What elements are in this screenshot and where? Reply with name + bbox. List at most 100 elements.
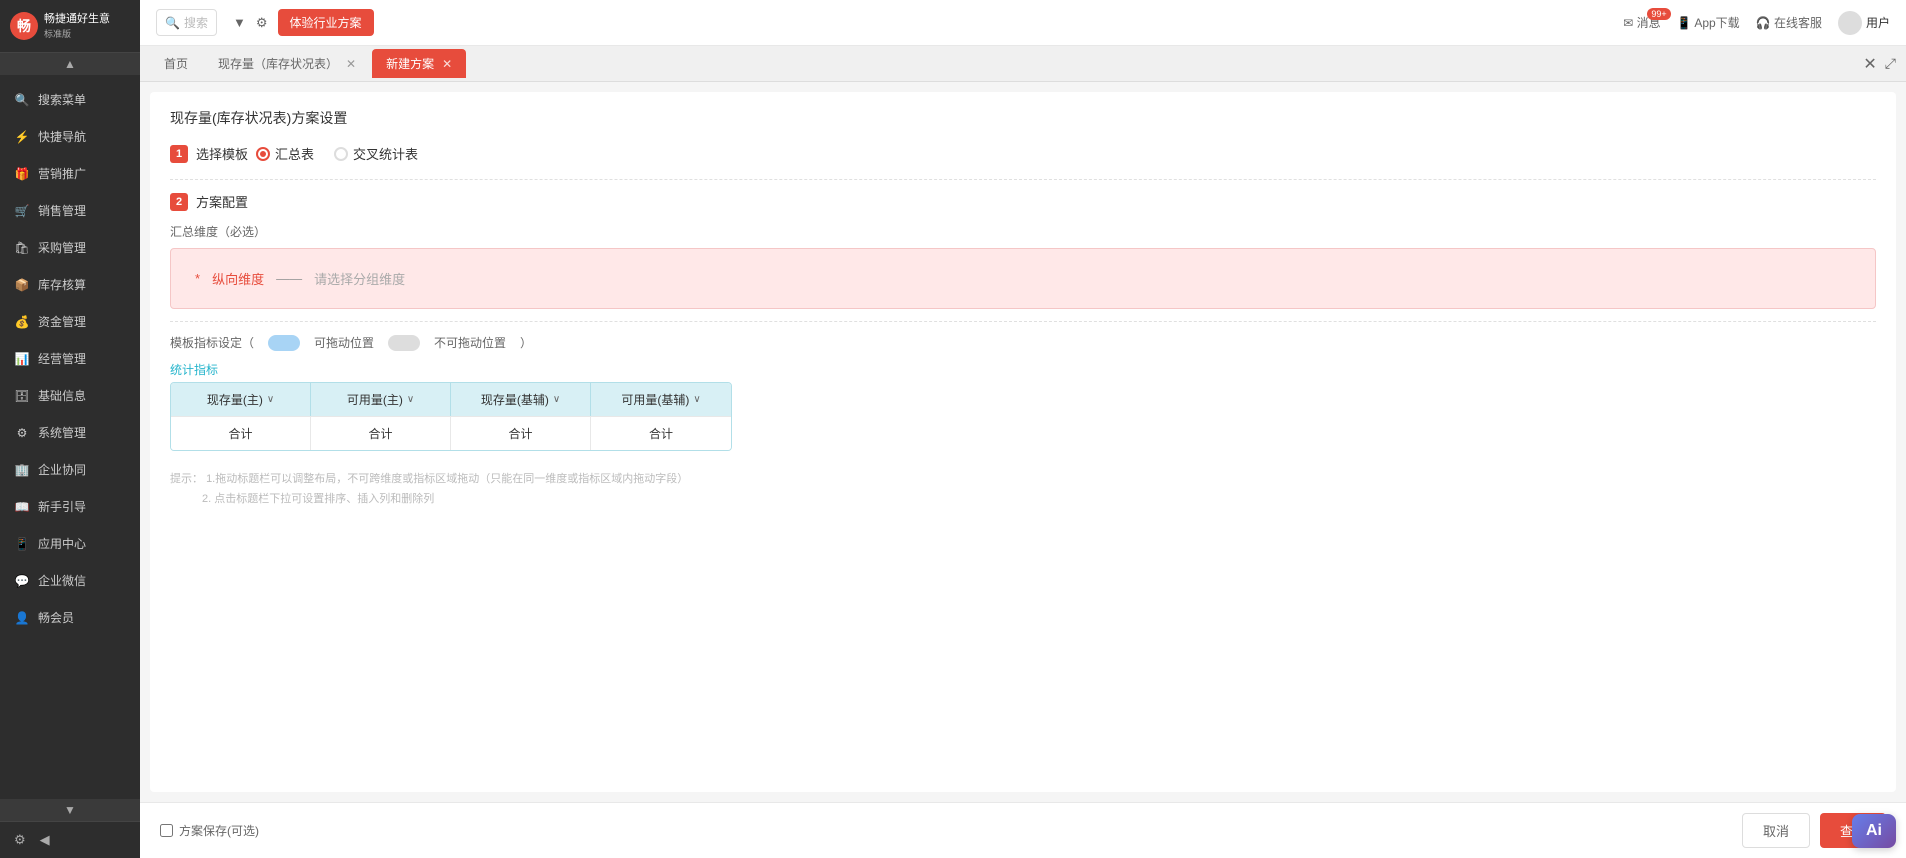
sidebar-item-basic[interactable]: 🗄 基础信息 <box>0 377 140 414</box>
radio-summary-circle <box>256 147 270 161</box>
sidebar-logo: 畅 畅捷通好生意 标准版 <box>0 0 140 53</box>
table-header-row: 现存量(主) ∨ 可用量(主) ∨ 现存量(基辅) ∨ <box>171 383 731 416</box>
sidebar-item-shortcut[interactable]: ⚡ 快捷导航 <box>0 118 140 155</box>
sidebar-item-label: 资金管理 <box>38 313 86 330</box>
footer-left: 方案保存(可选) <box>160 822 259 839</box>
sidebar: 畅 畅捷通好生意 标准版 ▲ 🔍 搜索菜单 ⚡ 快捷导航 🎁 营销推广 🛒 销售… <box>0 0 140 858</box>
indicator-close: ） <box>520 334 532 351</box>
sidebar-item-label: 基础信息 <box>38 387 86 404</box>
app-edition: 标准版 <box>44 27 110 40</box>
tab-inventory-status[interactable]: 现存量（库存状况表） ✕ <box>204 49 370 78</box>
indicator-settings: 模板指标设定（ 可拖动位置 不可拖动位置 ） 统计指标 现 <box>170 334 1876 454</box>
content-area: 现存量(库存状况表)方案设置 1 选择模板 汇总表 <box>140 82 1906 858</box>
user-avatar[interactable]: 用户 <box>1838 11 1890 35</box>
cancel-button[interactable]: 取消 <box>1742 813 1810 848</box>
ai-button[interactable]: Ai <box>1852 814 1896 848</box>
sidebar-item-label: 库存核算 <box>38 276 86 293</box>
dimension-placeholder[interactable]: 请选择分组维度 <box>314 269 405 288</box>
industry-btn[interactable]: 体验行业方案 <box>278 9 374 36</box>
finance-icon: 💰 <box>14 314 30 330</box>
sidebar-item-label: 应用中心 <box>38 535 86 552</box>
topbar-search[interactable]: 🔍 搜索 <box>156 9 217 36</box>
section-template: 1 选择模板 汇总表 交叉统计表 <box>170 144 1876 163</box>
sidebar-item-marketing[interactable]: 🎁 营销推广 <box>0 155 140 192</box>
basic-icon: 🗄 <box>14 388 30 404</box>
header-cell-2[interactable]: 现存量(基辅) ∨ <box>451 383 591 416</box>
dimension-section: 汇总维度（必选） * 纵向维度 —— 请选择分组维度 <box>170 223 1876 309</box>
chevron-0[interactable]: ∨ <box>267 394 274 405</box>
header-label-0: 现存量(主) <box>207 391 263 408</box>
header-cell-1[interactable]: 可用量(主) ∨ <box>311 383 451 416</box>
tab-inventory-close[interactable]: ✕ <box>346 57 356 71</box>
data-cell-0-1: 合计 <box>311 416 451 450</box>
headset-icon: 🎧 <box>1756 16 1771 30</box>
settings-icon[interactable]: ⚙ <box>14 832 26 848</box>
collapse-icon[interactable]: ◀ <box>40 832 50 848</box>
message-badge[interactable]: ✉ 消息 99+ <box>1623 14 1660 31</box>
dimension-vertical-label: 纵向维度 <box>212 269 264 288</box>
sidebar-item-finance[interactable]: 💰 资金管理 <box>0 303 140 340</box>
sales-icon: 🛒 <box>14 203 30 219</box>
dimension-box: * 纵向维度 —— 请选择分组维度 <box>170 248 1876 309</box>
topbar-right: ✉ 消息 99+ 📱 App下载 🎧 在线客服 用户 <box>1623 11 1890 35</box>
dropdown-arrow-icon[interactable]: ▼ <box>233 15 246 30</box>
window-expand-icon[interactable]: ⤢ <box>1885 55 1896 72</box>
sidebar-item-sales[interactable]: 🛒 销售管理 <box>0 192 140 229</box>
sidebar-item-label: 采购管理 <box>38 239 86 256</box>
sidebar-item-wechat[interactable]: 💬 企业微信 <box>0 562 140 599</box>
header-cell-3[interactable]: 可用量(基辅) ∨ <box>591 383 731 416</box>
guide-icon: 📖 <box>14 499 30 515</box>
tips-title: 提示： <box>170 473 203 485</box>
radio-group-template: 汇总表 交叉统计表 <box>256 144 418 163</box>
sidebar-item-label: 企业协同 <box>38 461 86 478</box>
app-download[interactable]: 📱 App下载 <box>1677 14 1740 31</box>
sidebar-item-apps[interactable]: 📱 应用中心 <box>0 525 140 562</box>
sidebar-item-management[interactable]: 📊 经营管理 <box>0 340 140 377</box>
radio-summary[interactable]: 汇总表 <box>256 144 314 163</box>
undraggable-badge <box>388 335 420 351</box>
sidebar-scroll-down[interactable]: ▼ <box>0 799 140 821</box>
radio-cross[interactable]: 交叉统计表 <box>334 144 418 163</box>
sidebar-item-guide[interactable]: 📖 新手引导 <box>0 488 140 525</box>
window-close-icon[interactable]: ✕ <box>1863 54 1876 74</box>
phone-icon: 📱 <box>1677 16 1692 30</box>
data-cell-0-2: 合计 <box>451 416 591 450</box>
message-icon: ✉ <box>1623 16 1633 30</box>
sidebar-bottom: ⚙ ◀ <box>0 821 140 858</box>
tab-new-close[interactable]: ✕ <box>442 57 452 71</box>
section-config: 2 方案配置 汇总维度（必选） * 纵向维度 —— 请选择分组维度 <box>170 192 1876 510</box>
chevron-1[interactable]: ∨ <box>407 394 414 405</box>
divider1 <box>170 179 1876 180</box>
header-cell-0[interactable]: 现存量(主) ∨ <box>171 383 311 416</box>
tab-home[interactable]: 首页 <box>150 49 202 78</box>
section1-title: 选择模板 <box>196 144 248 163</box>
sidebar-item-member[interactable]: 👤 畅会员 <box>0 599 140 636</box>
save-scheme-checkbox[interactable] <box>160 824 173 837</box>
tab-new-scheme[interactable]: 新建方案 ✕ <box>372 49 466 78</box>
sidebar-item-purchase[interactable]: 🛍 采购管理 <box>0 229 140 266</box>
sidebar-scroll-up[interactable]: ▲ <box>0 53 140 75</box>
radio-cross-circle <box>334 147 348 161</box>
content-inner: 现存量(库存状况表)方案设置 1 选择模板 汇总表 <box>150 92 1896 792</box>
customer-service[interactable]: 🎧 在线客服 <box>1756 14 1822 31</box>
tabbar: 首页 现存量（库存状况表） ✕ 新建方案 ✕ ✕ ⤢ <box>140 46 1906 82</box>
tab-new-label: 新建方案 <box>386 55 434 72</box>
member-icon: 👤 <box>14 610 30 626</box>
chevron-2[interactable]: ∨ <box>553 394 560 405</box>
sidebar-item-inventory[interactable]: 📦 库存核算 <box>0 266 140 303</box>
shortcut-icon: ⚡ <box>14 129 30 145</box>
undraggable-label: 不可拖动位置 <box>434 334 506 351</box>
sidebar-item-company[interactable]: 🏢 企业协同 <box>0 451 140 488</box>
sidebar-item-label: 系统管理 <box>38 424 86 441</box>
tips-section: 提示： 1.拖动标题栏可以调整布局，不可跨维度或指标区域拖动（只能在同一维度或指… <box>170 470 1876 510</box>
sidebar-nav: 🔍 搜索菜单 ⚡ 快捷导航 🎁 营销推广 🛒 销售管理 🛍 采购管理 📦 库存核… <box>0 75 140 799</box>
chevron-3[interactable]: ∨ <box>693 394 700 405</box>
search-icon: 🔍 <box>165 16 180 30</box>
tip-content: 1.拖动标题栏可以调整布局，不可跨维度或指标区域拖动（只能在同一维度或指标区域内… <box>206 473 688 485</box>
save-scheme-label: 方案保存(可选) <box>179 822 259 839</box>
purchase-icon: 🛍 <box>14 240 30 256</box>
sidebar-item-search[interactable]: 🔍 搜索菜单 <box>0 81 140 118</box>
sidebar-item-system[interactable]: ⚙ 系统管理 <box>0 414 140 451</box>
indicator-settings-label: 模板指标设定（ <box>170 334 254 351</box>
gear-icon[interactable]: ⚙ <box>256 15 268 31</box>
